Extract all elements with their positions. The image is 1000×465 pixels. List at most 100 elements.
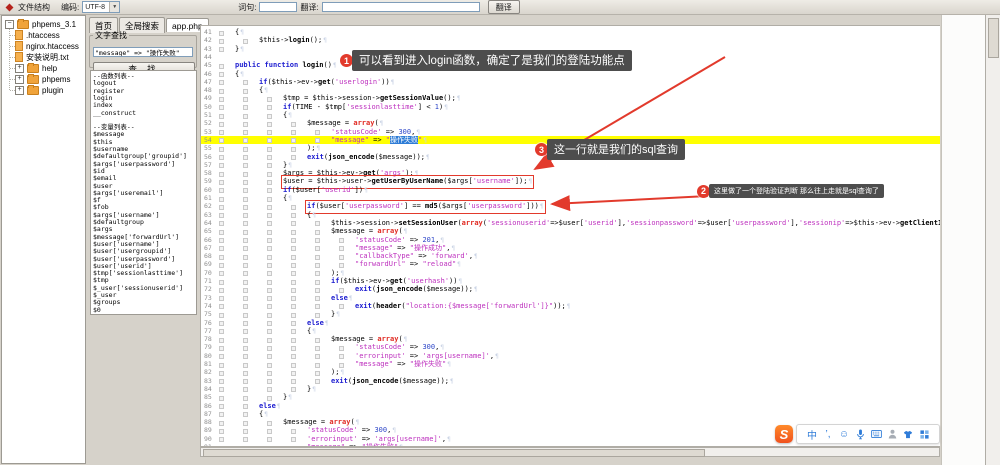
code-line-65[interactable]: 65 $message = array(¶ xyxy=(201,227,940,235)
code-line-53[interactable]: 53'statusCode' => 300,¶ xyxy=(201,128,940,136)
fold-marker[interactable] xyxy=(267,354,272,360)
fold-marker[interactable] xyxy=(243,38,248,44)
chevron-down-icon[interactable]: ▼ xyxy=(109,2,120,12)
fold-marker[interactable] xyxy=(219,312,224,318)
hscroll-thumb[interactable] xyxy=(203,449,705,457)
fold-marker[interactable] xyxy=(339,262,344,268)
fold-marker[interactable] xyxy=(219,130,224,136)
fold-marker[interactable] xyxy=(243,304,248,310)
fold-marker[interactable] xyxy=(315,362,320,368)
code-line-71[interactable]: 71 if($this->ev->get('userhash'))¶ xyxy=(201,277,940,285)
fold-marker[interactable] xyxy=(219,88,224,94)
fold-marker[interactable] xyxy=(315,221,320,227)
symbol-listbox[interactable]: --函数列表-- logout register login index __constr… xyxy=(90,70,197,315)
code-line-82[interactable]: 82);¶ xyxy=(201,368,940,376)
fold-marker[interactable] xyxy=(315,354,320,360)
fold-marker[interactable] xyxy=(219,138,224,144)
fold-marker[interactable] xyxy=(219,171,224,177)
fold-marker[interactable] xyxy=(267,254,272,260)
fold-marker[interactable] xyxy=(291,204,296,210)
fold-marker[interactable] xyxy=(219,96,224,102)
toolbox-icon[interactable] xyxy=(916,429,932,439)
fold-marker[interactable] xyxy=(219,329,224,335)
code-line-87[interactable]: 87 {¶ xyxy=(201,410,940,418)
fold-marker[interactable] xyxy=(291,370,296,376)
fold-marker[interactable] xyxy=(291,312,296,318)
fold-marker[interactable] xyxy=(219,63,224,69)
fold-marker[interactable] xyxy=(267,262,272,268)
fold-marker[interactable] xyxy=(291,213,296,219)
punctuation-icon[interactable]: ’, xyxy=(820,429,836,440)
fold-marker[interactable] xyxy=(243,329,248,335)
fold-marker[interactable] xyxy=(315,287,320,293)
fold-marker[interactable] xyxy=(219,420,224,426)
fold-marker[interactable] xyxy=(243,96,248,102)
fold-marker[interactable] xyxy=(267,163,272,169)
fold-marker[interactable] xyxy=(219,229,224,235)
code-line-63[interactable]: 63 {¶ xyxy=(201,211,940,219)
fold-marker[interactable] xyxy=(243,155,248,160)
fold-marker[interactable] xyxy=(267,387,272,393)
fold-marker[interactable] xyxy=(267,428,272,434)
fold-marker[interactable] xyxy=(267,437,272,443)
fold-marker[interactable] xyxy=(243,105,248,111)
fold-marker[interactable] xyxy=(219,412,224,418)
code-line-77[interactable]: 77 {¶ xyxy=(201,327,940,335)
keyboard-icon[interactable] xyxy=(868,430,884,438)
microphone-icon[interactable] xyxy=(852,429,868,440)
fold-marker[interactable] xyxy=(243,362,248,368)
fold-marker[interactable] xyxy=(243,412,248,418)
fold-marker[interactable] xyxy=(267,96,272,102)
fold-marker[interactable] xyxy=(267,395,272,401)
fold-marker[interactable] xyxy=(243,204,248,210)
fold-marker[interactable] xyxy=(243,163,248,169)
fold-marker[interactable] xyxy=(219,304,224,310)
code-line-85[interactable]: 85}¶ xyxy=(201,393,940,401)
fold-marker[interactable] xyxy=(267,121,272,127)
fold-marker[interactable] xyxy=(267,138,272,144)
fold-marker[interactable] xyxy=(243,370,248,376)
fold-marker[interactable] xyxy=(267,370,272,376)
code-line-64[interactable]: 64 $this->session->setSessionUser(array('… xyxy=(201,219,940,227)
fold-marker[interactable] xyxy=(243,437,248,443)
fold-marker[interactable] xyxy=(219,30,224,36)
fold-marker[interactable] xyxy=(267,312,272,318)
fold-marker[interactable] xyxy=(219,395,224,401)
fold-marker[interactable] xyxy=(267,420,272,426)
fold-marker[interactable] xyxy=(315,337,320,343)
translate-button[interactable]: 翻译 xyxy=(487,0,520,14)
fold-marker[interactable] xyxy=(243,179,248,185)
code-line-69[interactable]: 69 "forwardUrl" => "reload"¶ xyxy=(201,260,940,268)
fold-marker[interactable] xyxy=(291,221,296,227)
fold-marker[interactable] xyxy=(243,146,248,152)
fold-marker[interactable] xyxy=(291,387,296,393)
list-item[interactable]: $0 xyxy=(93,306,196,314)
fold-marker[interactable] xyxy=(243,387,248,393)
fold-marker[interactable] xyxy=(267,279,272,285)
fold-marker[interactable] xyxy=(267,362,272,368)
fold-marker[interactable] xyxy=(219,387,224,393)
tree-item-.htaccess[interactable]: .htaccess xyxy=(15,30,60,40)
tree-item-help[interactable]: + help xyxy=(15,62,57,73)
tree-item-nginx.htaccess[interactable]: nginx.htaccess xyxy=(15,41,79,51)
fold-marker[interactable] xyxy=(267,113,272,119)
code-line-42[interactable]: 42 $this->login();¶ xyxy=(201,36,940,44)
fold-marker[interactable] xyxy=(243,395,248,401)
fold-marker[interactable] xyxy=(267,155,272,160)
list-item[interactable]: __construct xyxy=(93,109,196,117)
fold-marker[interactable] xyxy=(267,379,272,385)
translate-input[interactable] xyxy=(321,2,480,12)
fold-marker[interactable] xyxy=(219,345,224,351)
fold-marker[interactable] xyxy=(315,238,320,243)
fold-marker[interactable] xyxy=(219,105,224,111)
fold-marker[interactable] xyxy=(291,321,296,326)
fold-marker[interactable] xyxy=(243,221,248,227)
skin-icon[interactable] xyxy=(900,430,916,439)
fold-marker[interactable] xyxy=(219,121,224,127)
fold-marker[interactable] xyxy=(291,271,296,277)
tree-item-plugin[interactable]: + plugin xyxy=(15,84,63,95)
expand-toggle[interactable]: + xyxy=(15,74,24,84)
fold-marker[interactable] xyxy=(243,337,248,343)
fold-marker[interactable] xyxy=(291,262,296,268)
code-line-62[interactable]: 62 if($user['userpassword'] == md5($args[… xyxy=(201,199,940,215)
